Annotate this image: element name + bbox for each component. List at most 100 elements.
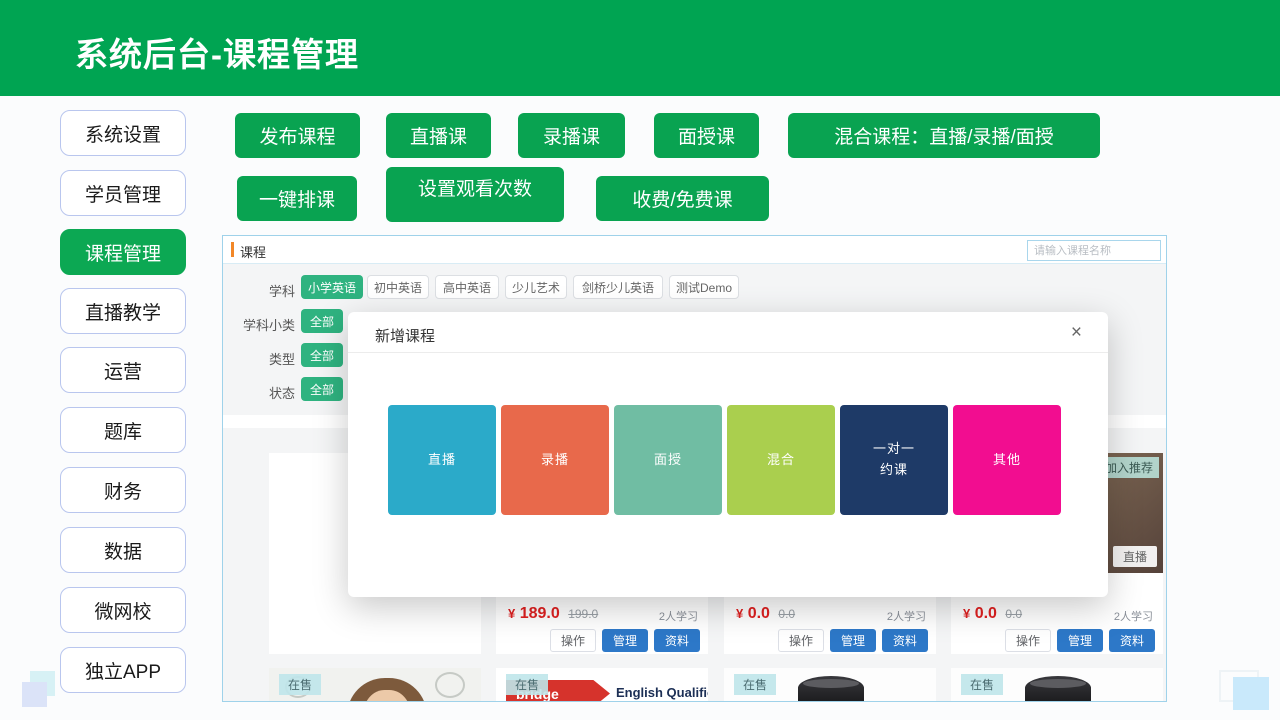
manage-button[interactable]: 管理 xyxy=(830,629,876,652)
page-title: 系统后台-课程管理 xyxy=(75,28,359,76)
sidebar-item-label: 学员管理 xyxy=(85,180,161,207)
filter-label-subcategory: 学科小类 xyxy=(233,315,295,334)
filter-chip-status-all[interactable]: 全部 xyxy=(301,377,343,401)
sidebar-item-label: 微网校 xyxy=(94,597,151,624)
sidebar-item-data[interactable]: 数据 xyxy=(60,527,186,573)
student-count: 2人学习 xyxy=(887,608,926,624)
card-actions: 操作 管理 资料 xyxy=(550,629,700,652)
modal-title: 新增课程 xyxy=(375,325,435,346)
panel-header: 课程 xyxy=(223,236,1166,264)
operate-button[interactable]: 操作 xyxy=(550,629,596,652)
manage-button[interactable]: 管理 xyxy=(1057,629,1103,652)
student-count: 2人学习 xyxy=(659,608,698,624)
course-old-price: 199.0 xyxy=(568,607,598,621)
on-sale-badge: 在售 xyxy=(506,674,548,695)
filter-chip-subject[interactable]: 初中英语 xyxy=(367,275,429,299)
sidebar-item-standalone-app[interactable]: 独立APP xyxy=(60,647,186,693)
filter-chip-subject[interactable]: 剑桥少儿英语 xyxy=(573,275,663,299)
course-card[interactable]: 在售 xyxy=(724,668,936,702)
filter-chip-subject[interactable]: 少儿艺术 xyxy=(505,275,567,299)
course-type-offline[interactable]: 面授 xyxy=(614,405,722,515)
manage-button[interactable]: 管理 xyxy=(602,629,648,652)
offline-course-button[interactable]: 面授课 xyxy=(654,113,759,158)
course-type-recorded[interactable]: 录播 xyxy=(501,405,609,515)
card-actions: 操作 管理 资料 xyxy=(1005,629,1155,652)
course-card[interactable]: 在售 xyxy=(269,668,481,702)
filter-chip-subject[interactable]: 测试Demo xyxy=(669,275,739,299)
filter-chip-type-all[interactable]: 全部 xyxy=(301,343,343,367)
doodle xyxy=(435,672,465,698)
price-row: ¥ 189.0 199.0 2人学习 xyxy=(508,605,698,625)
course-price: 189.0 xyxy=(520,605,560,622)
sidebar-item-system-settings[interactable]: 系统设置 xyxy=(60,110,186,156)
sidebar-item-label: 系统设置 xyxy=(85,120,161,147)
decorative-square xyxy=(1233,677,1269,710)
on-sale-badge: 在售 xyxy=(961,674,1003,695)
filter-chip-subject[interactable]: 高中英语 xyxy=(435,275,499,299)
sidebar-item-operations[interactable]: 运营 xyxy=(60,347,186,393)
price-row: ¥ 0.0 0.0 2人学习 xyxy=(736,605,926,625)
filter-label-status: 状态 xyxy=(233,383,295,402)
app-window: 系统后台-课程管理 系统设置 学员管理 课程管理 直播教学 运营 题库 财务 数… xyxy=(0,0,1280,720)
add-course-modal: 新增课程 × 直播 录播 面授 混合 一对一 约课 其他 xyxy=(348,312,1108,597)
mixed-course-button[interactable]: 混合课程：直播/录播/面授 xyxy=(788,113,1100,158)
sidebar-item-label: 题库 xyxy=(104,417,142,444)
paid-free-course-button[interactable]: 收费/免费课 xyxy=(596,176,769,221)
operate-button[interactable]: 操作 xyxy=(1005,629,1051,652)
panel-title-accent xyxy=(231,242,234,257)
sidebar-item-label: 数据 xyxy=(104,537,142,564)
sidebar-item-label: 财务 xyxy=(104,477,142,504)
sidebar-item-live-teaching[interactable]: 直播教学 xyxy=(60,288,186,334)
course-old-price: 0.0 xyxy=(778,607,795,621)
on-sale-badge: 在售 xyxy=(734,674,776,695)
sidebar-item-question-bank[interactable]: 题库 xyxy=(60,407,186,453)
course-type-live[interactable]: 直播 xyxy=(388,405,496,515)
live-tag: 直播 xyxy=(1113,546,1157,567)
sidebar-item-finance[interactable]: 财务 xyxy=(60,467,186,513)
sidebar-item-micro-school[interactable]: 微网校 xyxy=(60,587,186,633)
brand-text: English Qualifications xyxy=(616,685,708,700)
close-icon[interactable]: × xyxy=(1071,323,1082,342)
course-search-input[interactable] xyxy=(1027,240,1161,261)
card-actions: 操作 管理 资料 xyxy=(778,629,928,652)
material-button[interactable]: 资料 xyxy=(1109,629,1155,652)
course-price: 0.0 xyxy=(975,605,997,622)
operate-button[interactable]: 操作 xyxy=(778,629,824,652)
filter-label-type: 类型 xyxy=(233,349,295,368)
decorative-square xyxy=(22,682,47,707)
live-course-button[interactable]: 直播课 xyxy=(386,113,491,158)
header-bar: 系统后台-课程管理 xyxy=(0,0,1280,96)
course-old-price: 0.0 xyxy=(1005,607,1022,621)
filter-chip-subject-active[interactable]: 小学英语 xyxy=(301,275,363,299)
panel-title: 课程 xyxy=(240,242,266,261)
course-type-mixed[interactable]: 混合 xyxy=(727,405,835,515)
set-view-count-button[interactable]: 设置观看次数 xyxy=(386,167,564,222)
currency-symbol: ¥ xyxy=(508,606,515,621)
course-type-other[interactable]: 其他 xyxy=(953,405,1061,515)
sidebar-item-label: 运营 xyxy=(104,357,142,384)
filter-chip-subcategory-all[interactable]: 全部 xyxy=(301,309,343,333)
one-click-schedule-button[interactable]: 一键排课 xyxy=(237,176,357,221)
student-count: 2人学习 xyxy=(1114,608,1153,624)
material-button[interactable]: 资料 xyxy=(654,629,700,652)
course-card[interactable]: bridge English Qualifications 在售 xyxy=(496,668,708,702)
price-row: ¥ 0.0 0.0 2人学习 xyxy=(963,605,1153,625)
publish-course-button[interactable]: 发布课程 xyxy=(235,113,360,158)
modal-divider xyxy=(348,352,1108,353)
course-card[interactable]: 在售 xyxy=(951,668,1163,702)
sidebar-item-label: 课程管理 xyxy=(85,239,161,266)
sidebar-item-course-management[interactable]: 课程管理 xyxy=(60,229,186,275)
filter-label-subject: 学科 xyxy=(233,281,295,300)
currency-symbol: ¥ xyxy=(736,606,743,621)
sidebar-item-label: 直播教学 xyxy=(85,298,161,325)
lens-cylinder xyxy=(1025,676,1091,702)
sidebar-item-label: 独立APP xyxy=(85,657,161,684)
recorded-course-button[interactable]: 录播课 xyxy=(518,113,625,158)
lens-cylinder xyxy=(798,676,864,702)
sidebar-item-student-management[interactable]: 学员管理 xyxy=(60,170,186,216)
currency-symbol: ¥ xyxy=(963,606,970,621)
course-type-one-on-one[interactable]: 一对一 约课 xyxy=(840,405,948,515)
on-sale-badge: 在售 xyxy=(279,674,321,695)
course-price: 0.0 xyxy=(748,605,770,622)
material-button[interactable]: 资料 xyxy=(882,629,928,652)
